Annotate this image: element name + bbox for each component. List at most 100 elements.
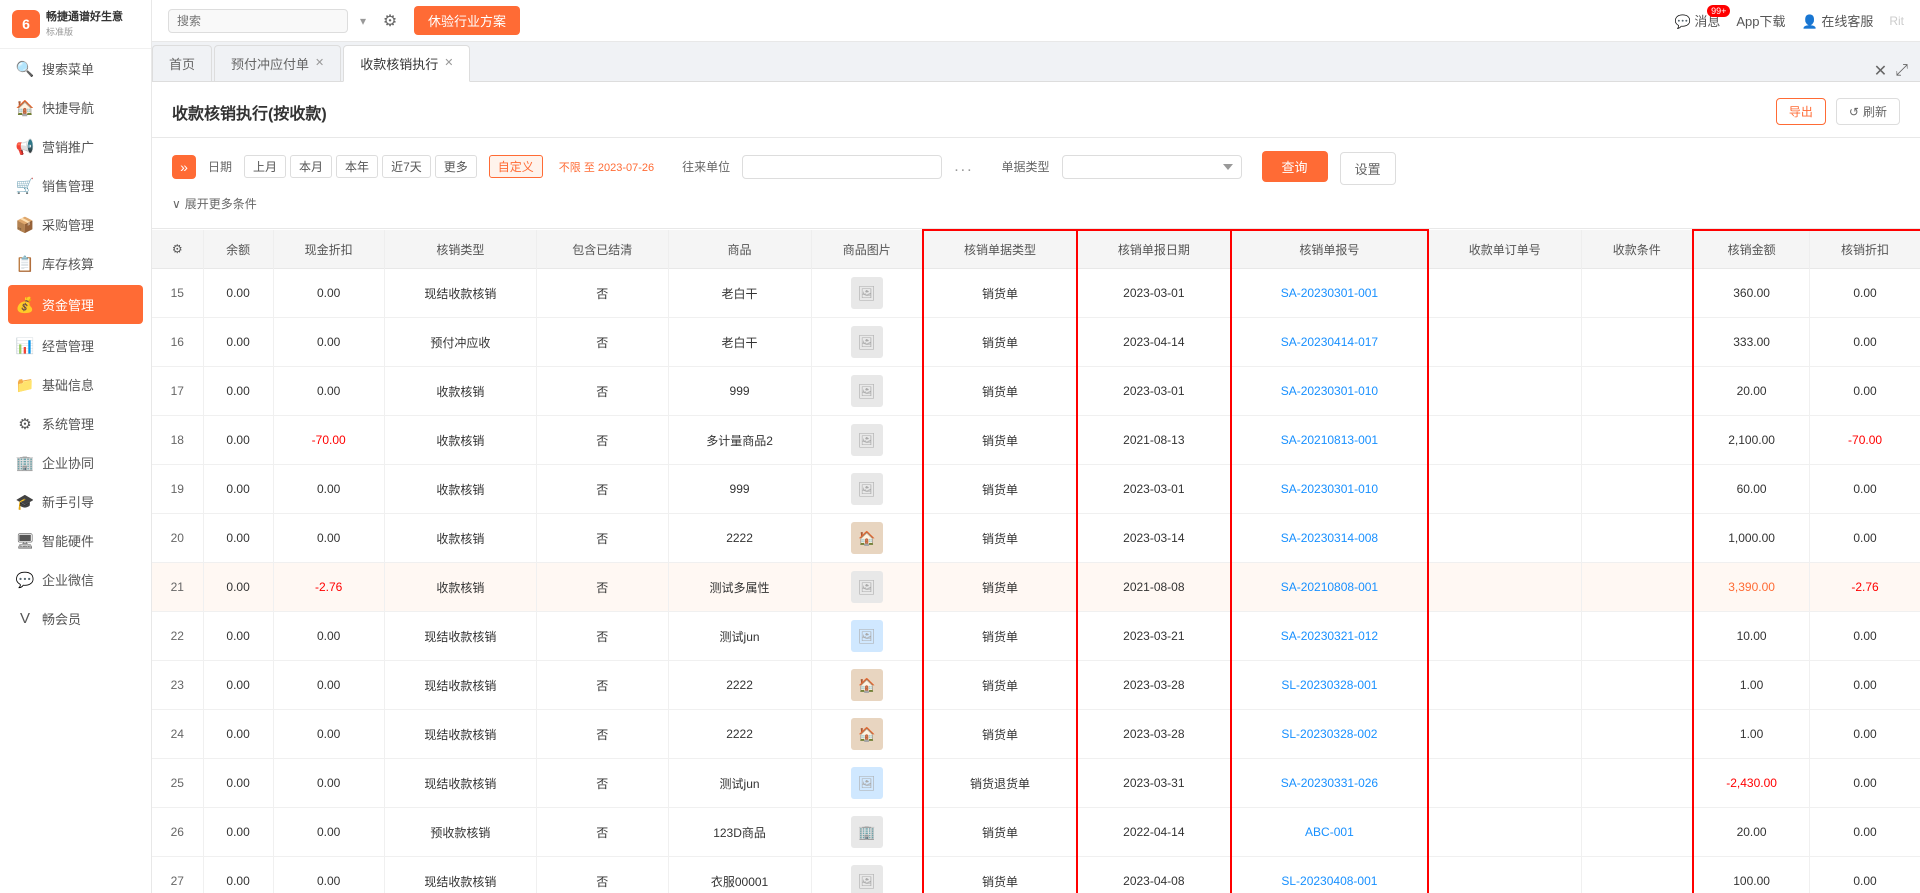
message-button[interactable]: 💬 消息 99+ <box>1675 11 1721 30</box>
cell-write_off_discount-1: 0.00 <box>1810 318 1920 367</box>
tab-2[interactable]: 收款核销执行✕ <box>343 45 470 82</box>
bill-no-link[interactable]: SA-20230314-008 <box>1281 531 1378 545</box>
app-download-link[interactable]: App下载 <box>1736 11 1785 30</box>
refresh-button[interactable]: ↺ 刷新 <box>1836 98 1900 125</box>
settings-gear-icon[interactable]: ⚙ <box>378 9 402 33</box>
sidebar-item-营销推广[interactable]: 📢营销推广 <box>0 127 151 166</box>
bill-no-link[interactable]: SA-20230301-001 <box>1281 286 1378 300</box>
cell-bill_no-2[interactable]: SA-20230301-010 <box>1231 367 1428 416</box>
sidebar-logo: 6 畅捷通谱好生意 标准版 <box>0 0 151 49</box>
export-button[interactable]: 导出 <box>1776 98 1826 125</box>
expand-more-button[interactable]: ∨ 展开更多条件 <box>172 189 1900 218</box>
tab-0[interactable]: 首页 <box>152 45 212 81</box>
sidebar-nav: 🔍搜索菜单🏠快捷导航📢营销推广🛒销售管理📦采购管理📋库存核算💰资金管理📊经营管理… <box>0 49 151 893</box>
sidebar-item-经营管理[interactable]: 📊经营管理 <box>0 326 151 365</box>
cell-bill_no-9[interactable]: SL-20230328-002 <box>1231 710 1428 759</box>
cell-bill_report_type-11: 销货单 <box>923 808 1077 857</box>
bill-no-link[interactable]: SL-20230408-001 <box>1281 874 1377 888</box>
product-image: 🖼 <box>851 571 883 603</box>
cell-product_img-7: 🖼 <box>811 612 923 661</box>
sidebar-icon-13: 💬 <box>16 571 34 589</box>
sidebar-label-0: 搜索菜单 <box>42 59 94 78</box>
sidebar-item-新手引导[interactable]: 🎓新手引导 <box>0 482 151 521</box>
bill-no-link[interactable]: SA-20230414-017 <box>1281 335 1378 349</box>
date-btn-更多[interactable]: 更多 <box>435 155 477 178</box>
sidebar-item-资金管理[interactable]: 💰资金管理 <box>8 285 143 324</box>
bill-no-link[interactable]: SA-20230321-012 <box>1281 629 1378 643</box>
maximize-icon[interactable]: ⤢ <box>1895 62 1908 80</box>
cell-bill_date-4: 2023-03-01 <box>1077 465 1231 514</box>
setting-button[interactable]: 设置 <box>1340 152 1396 185</box>
sidebar-item-库存核算[interactable]: 📋库存核算 <box>0 244 151 283</box>
cell-bill_report_type-6: 销货单 <box>923 563 1077 612</box>
query-button[interactable]: 查询 <box>1262 151 1328 182</box>
cell-cash_discount-7: 0.00 <box>273 612 384 661</box>
cell-bill_no-7[interactable]: SA-20230321-012 <box>1231 612 1428 661</box>
search-input[interactable] <box>168 9 348 33</box>
cell-bill_no-11[interactable]: ABC-001 <box>1231 808 1428 857</box>
close-window-icon[interactable]: ✕ <box>1874 61 1887 81</box>
cell-receipt_order_no-12 <box>1428 857 1581 893</box>
sidebar-item-畅会员[interactable]: V畅会员 <box>0 599 151 638</box>
custom-date-button[interactable]: 自定义 <box>489 155 543 178</box>
date-btn-上月[interactable]: 上月 <box>244 155 286 178</box>
cell-settings-10: 25 <box>152 759 203 808</box>
sidebar-item-搜索菜单[interactable]: 🔍搜索菜单 <box>0 49 151 88</box>
bill-no-link[interactable]: SL-20230328-002 <box>1281 727 1377 741</box>
bill-no-link[interactable]: SA-20210808-001 <box>1281 580 1378 594</box>
cell-bill_no-0[interactable]: SA-20230301-001 <box>1231 269 1428 318</box>
bill-no-link[interactable]: SA-20210813-001 <box>1281 433 1378 447</box>
cell-settings-4: 19 <box>152 465 203 514</box>
table-scroll[interactable]: ⚙余额现金折扣核销类型包含已结清商品商品图片核销单据类型核销单报日期核销单报号收… <box>152 229 1920 893</box>
sidebar-item-销售管理[interactable]: 🛒销售管理 <box>0 166 151 205</box>
sidebar-item-智能硬件[interactable]: 🖥智能硬件 <box>0 521 151 560</box>
sidebar-label-8: 基础信息 <box>42 375 94 394</box>
col-header-bill_date: 核销单报日期 <box>1077 230 1231 269</box>
date-btn-本月[interactable]: 本月 <box>290 155 332 178</box>
tab-close-2[interactable]: ✕ <box>444 58 453 69</box>
sidebar-icon-1: 🏠 <box>16 99 34 117</box>
cell-product-6: 测试多属性 <box>668 563 811 612</box>
cell-included_settled-7: 否 <box>536 612 668 661</box>
bill-no-link[interactable]: SA-20230331-026 <box>1281 776 1378 790</box>
cell-product_img-8: 🏠 <box>811 661 923 710</box>
cell-bill_no-5[interactable]: SA-20230314-008 <box>1231 514 1428 563</box>
bill-no-link[interactable]: SA-20230301-010 <box>1281 384 1378 398</box>
dropdown-arrow-icon[interactable]: ▾ <box>360 14 366 28</box>
tab-1[interactable]: 预付冲应付单✕ <box>214 45 341 81</box>
cell-bill_no-6[interactable]: SA-20210808-001 <box>1231 563 1428 612</box>
cell-bill_no-10[interactable]: SA-20230331-026 <box>1231 759 1428 808</box>
sidebar-item-系统管理[interactable]: ⚙系统管理 <box>0 404 151 443</box>
bill-type-select[interactable] <box>1062 155 1242 179</box>
cell-product_img-4: 🖼 <box>811 465 923 514</box>
cell-write_off_amount-6: 3,390.00 <box>1693 563 1810 612</box>
cell-bill_no-12[interactable]: SL-20230408-001 <box>1231 857 1428 893</box>
solution-button[interactable]: 休验行业方案 <box>414 6 520 35</box>
sidebar-item-基础信息[interactable]: 📁基础信息 <box>0 365 151 404</box>
cell-cash_discount-1: 0.00 <box>273 318 384 367</box>
cell-bill_no-8[interactable]: SL-20230328-001 <box>1231 661 1428 710</box>
bill-no-link[interactable]: ABC-001 <box>1305 825 1354 839</box>
product-image: 🖼 <box>851 375 883 407</box>
date-btn-近7天[interactable]: 近7天 <box>382 155 431 178</box>
cell-write_off_type-10: 现结收款核销 <box>384 759 536 808</box>
sidebar-label-2: 营销推广 <box>42 137 94 156</box>
bill-no-link[interactable]: SA-20230301-010 <box>1281 482 1378 496</box>
cell-write_off_amount-5: 1,000.00 <box>1693 514 1810 563</box>
counterparty-input[interactable] <box>742 155 942 179</box>
cell-settings-3: 18 <box>152 416 203 465</box>
online-service-link[interactable]: 👤 在线客服 <box>1802 11 1874 30</box>
cell-write_off_amount-1: 333.00 <box>1693 318 1810 367</box>
tab-close-1[interactable]: ✕ <box>315 58 324 69</box>
cell-bill_no-1[interactable]: SA-20230414-017 <box>1231 318 1428 367</box>
sidebar-item-企业微信[interactable]: 💬企业微信 <box>0 560 151 599</box>
sidebar-item-采购管理[interactable]: 📦采购管理 <box>0 205 151 244</box>
bill-no-link[interactable]: SL-20230328-001 <box>1281 678 1377 692</box>
date-btn-本年[interactable]: 本年 <box>336 155 378 178</box>
filter-toggle-button[interactable]: » <box>172 155 196 179</box>
cell-bill_no-3[interactable]: SA-20210813-001 <box>1231 416 1428 465</box>
cell-bill_no-4[interactable]: SA-20230301-010 <box>1231 465 1428 514</box>
sidebar-item-快捷导航[interactable]: 🏠快捷导航 <box>0 88 151 127</box>
cell-product_img-5: 🏠 <box>811 514 923 563</box>
sidebar-item-企业协同[interactable]: 🏢企业协同 <box>0 443 151 482</box>
